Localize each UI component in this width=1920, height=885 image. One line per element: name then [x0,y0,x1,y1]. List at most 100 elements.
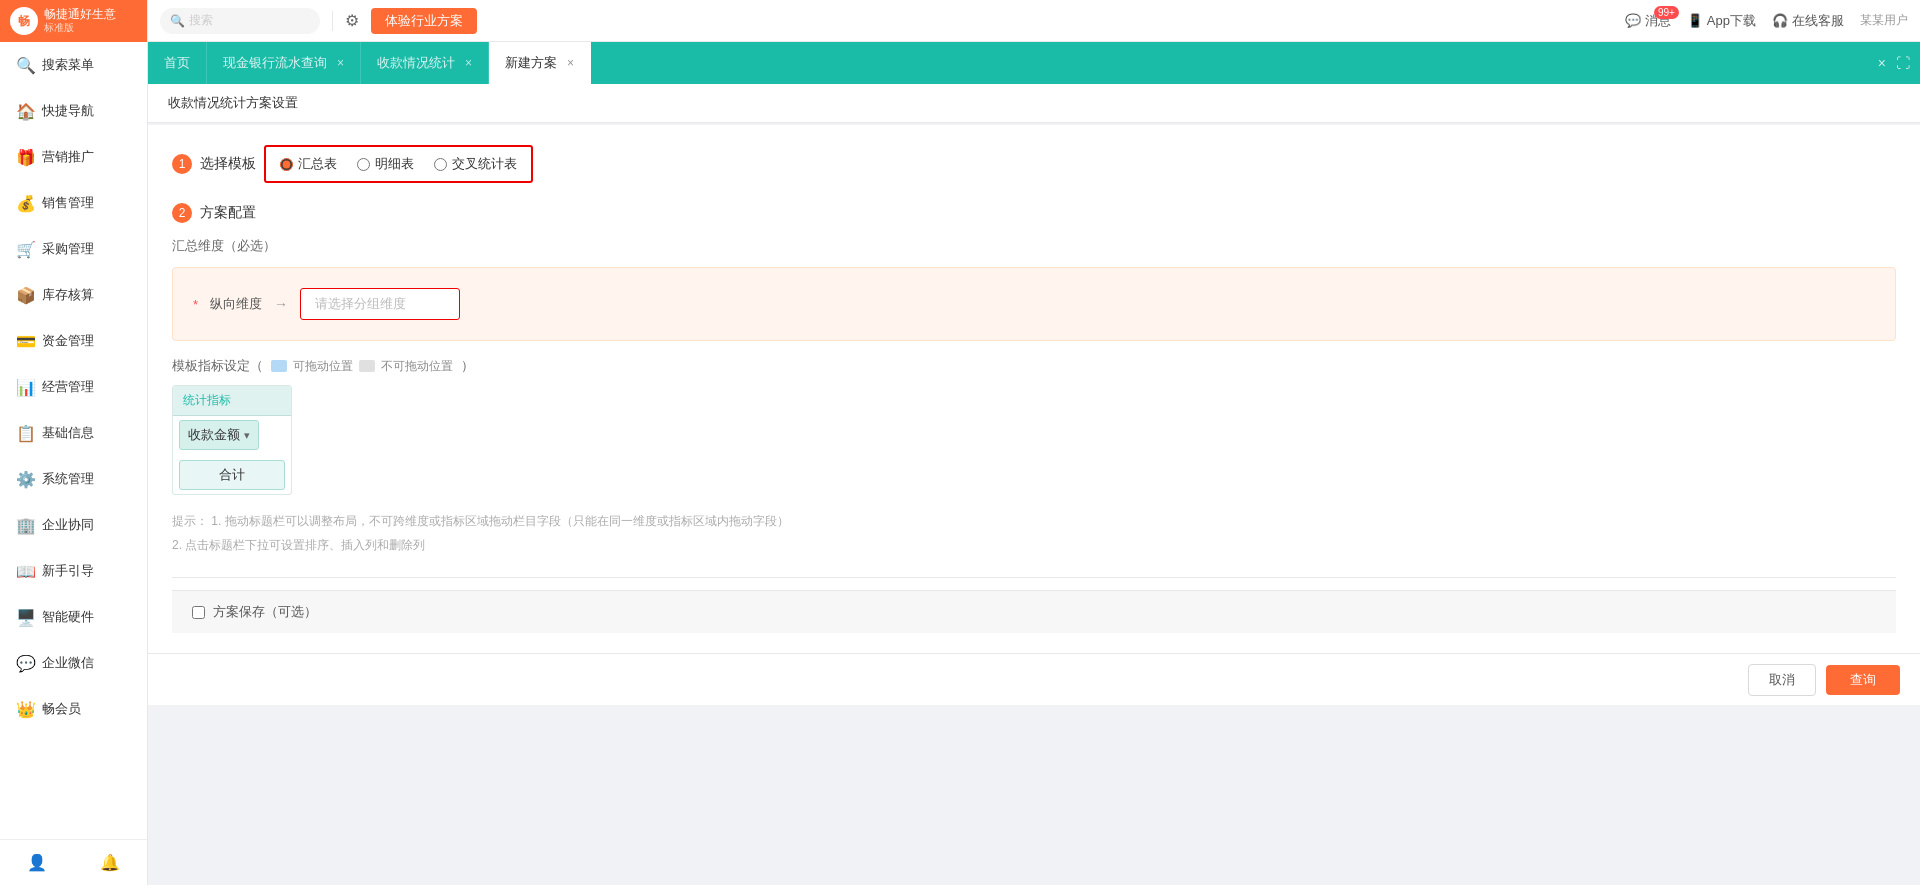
radio-summary[interactable]: 汇总表 [280,155,337,173]
sidebar-item-purchase[interactable]: 🛒 采购管理 [0,226,147,272]
sidebar-item-quick-nav[interactable]: 🏠 快捷导航 [0,88,147,134]
metric-tag-arrow: ▾ [244,429,250,442]
query-button[interactable]: 查询 [1826,665,1900,695]
sidebar-item-operation[interactable]: 📊 经营管理 [0,364,147,410]
tab-close-all-btn[interactable]: × [1878,55,1886,71]
tab-collection-stat[interactable]: 收款情况统计 × [361,42,489,84]
metrics-stat-header: 统计指标 [173,386,291,416]
can-drag-box [271,360,287,372]
capital-icon: 💳 [16,332,34,351]
tabs-bar: 首页 现金银行流水查询 × 收款情况统计 × 新建方案 × × ⛶ [148,42,1920,84]
sidebar-item-search-menu[interactable]: 🔍 搜索菜单 [0,42,147,88]
wechat-icon: 💬 [16,654,34,673]
search-menu-icon: 🔍 [16,56,34,75]
step1-title: 选择模板 [200,155,256,173]
tab-new-plan[interactable]: 新建方案 × [489,42,591,84]
message-badge: 99+ [1654,6,1679,19]
step1-num: 1 [172,154,192,174]
form-area: 1 选择模板 汇总表 明细表 [148,125,1920,653]
sidebar-item-wechat[interactable]: 💬 企业微信 [0,640,147,686]
sidebar-bottom-icon2[interactable]: 🔔 [100,853,120,872]
metrics-table: 统计指标 收款金额 ▾ 合计 [172,385,292,495]
sidebar-item-guide[interactable]: 📖 新手引导 [0,548,147,594]
settings-button[interactable]: ⚙ [345,11,359,30]
radio-detail[interactable]: 明细表 [357,155,414,173]
tab-new-plan-close[interactable]: × [567,57,574,69]
operation-icon: 📊 [16,378,34,397]
metrics-sub-area: 合计 [173,454,291,494]
dim-arrow: → [274,296,288,312]
metrics-tag-area: 收款金额 ▾ [173,416,291,454]
tab-maximize-btn[interactable]: ⛶ [1896,55,1910,71]
header-right-area: 💬 99+ 消息 📱 App下载 🎧 在线客服 某某用户 [1625,12,1908,30]
save-checkbox[interactable] [192,606,205,619]
header-search-box[interactable]: 🔍 搜索 [160,8,320,34]
sidebar-item-member[interactable]: 👑 畅会员 [0,686,147,732]
save-area: 方案保存（可选） [172,590,1896,633]
radio-detail-input[interactable] [357,158,370,171]
metric-sub-total[interactable]: 合计 [179,460,285,490]
save-label: 方案保存（可选） [213,603,317,621]
sidebar-item-inventory[interactable]: 📦 库存核算 [0,272,147,318]
tabs-right-buttons: × ⛶ [1868,42,1920,84]
sidebar-item-enterprise[interactable]: 🏢 企业协同 [0,502,147,548]
step1-header: 1 选择模板 汇总表 明细表 [172,145,1896,183]
cancel-button[interactable]: 取消 [1748,664,1816,696]
dimension-row: * 纵向维度 → 请选择分组维度 [193,288,1875,320]
radio-summary-input[interactable] [280,158,293,171]
sidebar-item-system[interactable]: ⚙️ 系统管理 [0,456,147,502]
service-area[interactable]: 🎧 在线客服 [1772,12,1844,30]
message-icon: 💬 [1625,13,1641,28]
tab-bank-flow[interactable]: 现金银行流水查询 × [207,42,361,84]
dimension-section-title: 汇总维度（必选） [172,237,1896,255]
hardware-icon: 🖥️ [16,608,34,627]
basic-info-icon: 📋 [16,424,34,443]
trial-button[interactable]: 体验行业方案 [371,8,477,34]
logo-text: 畅捷通好生意 标准版 [44,7,116,35]
sidebar-bottom: 👤 🔔 [0,839,147,885]
message-icon-area[interactable]: 💬 99+ 消息 [1625,12,1671,30]
quick-nav-icon: 🏠 [16,102,34,121]
sidebar-item-hardware[interactable]: 🖥️ 智能硬件 [0,594,147,640]
purchase-icon: 🛒 [16,240,34,259]
tip2: 2. 点击标题栏下拉可设置排序、插入列和删除列 [172,533,1896,557]
radio-cross-input[interactable] [434,158,447,171]
guide-icon: 📖 [16,562,34,581]
sidebar-item-basic-info[interactable]: 📋 基础信息 [0,410,147,456]
inventory-icon: 📦 [16,286,34,305]
step2-num: 2 [172,203,192,223]
user-name: 某某用户 [1860,12,1908,29]
sidebar-bottom-icon1[interactable]: 👤 [27,853,47,872]
template-radio-group: 汇总表 明细表 交叉统计表 [264,145,533,183]
metrics-header: 模板指标设定（ 可拖动位置 不可拖动位置 ） [172,357,1896,375]
vertical-dim-label: 纵向维度 [210,295,262,313]
sidebar-item-marketing[interactable]: 🎁 营销推广 [0,134,147,180]
headset-icon: 🎧 [1772,13,1788,28]
marketing-icon: 🎁 [16,148,34,167]
dim-select-box[interactable]: 请选择分组维度 [300,288,460,320]
page-title-bar: 收款情况统计方案设置 [148,84,1920,123]
step1-section: 1 选择模板 汇总表 明细表 [172,145,1896,183]
cannot-drag-box [359,360,375,372]
sidebar-item-capital[interactable]: 💳 资金管理 [0,318,147,364]
sidebar: 畅 畅捷通好生意 标准版 🔍 搜索菜单 🏠 快捷导航 🎁 营销推广 💰 销售管理… [0,0,148,885]
download-icon: 📱 [1687,13,1703,28]
dimension-area: * 纵向维度 → 请选择分组维度 [172,267,1896,341]
sidebar-item-sales[interactable]: 💰 销售管理 [0,180,147,226]
member-icon: 👑 [16,700,34,719]
step2-header: 2 方案配置 [172,203,1896,223]
required-star: * [193,297,198,312]
page-title: 收款情况统计方案设置 [168,95,298,110]
logo-icon: 畅 [10,7,38,35]
tip1: 提示： 1. 拖动标题栏可以调整布局，不可跨维度或指标区域拖动栏目字段（只能在同… [172,509,1896,533]
radio-cross[interactable]: 交叉统计表 [434,155,517,173]
step2-section: 2 方案配置 汇总维度（必选） * 纵向维度 → 请选择分组维度 [172,203,1896,557]
tab-bank-flow-close[interactable]: × [337,57,344,69]
metric-tag-amount[interactable]: 收款金额 ▾ [179,420,259,450]
tab-home[interactable]: 首页 [148,42,207,84]
tab-collection-stat-close[interactable]: × [465,57,472,69]
step2-title: 方案配置 [200,204,256,222]
download-area[interactable]: 📱 App下载 [1687,12,1756,30]
drag-legend: 可拖动位置 不可拖动位置 [271,358,453,375]
header-divider1 [332,11,333,31]
